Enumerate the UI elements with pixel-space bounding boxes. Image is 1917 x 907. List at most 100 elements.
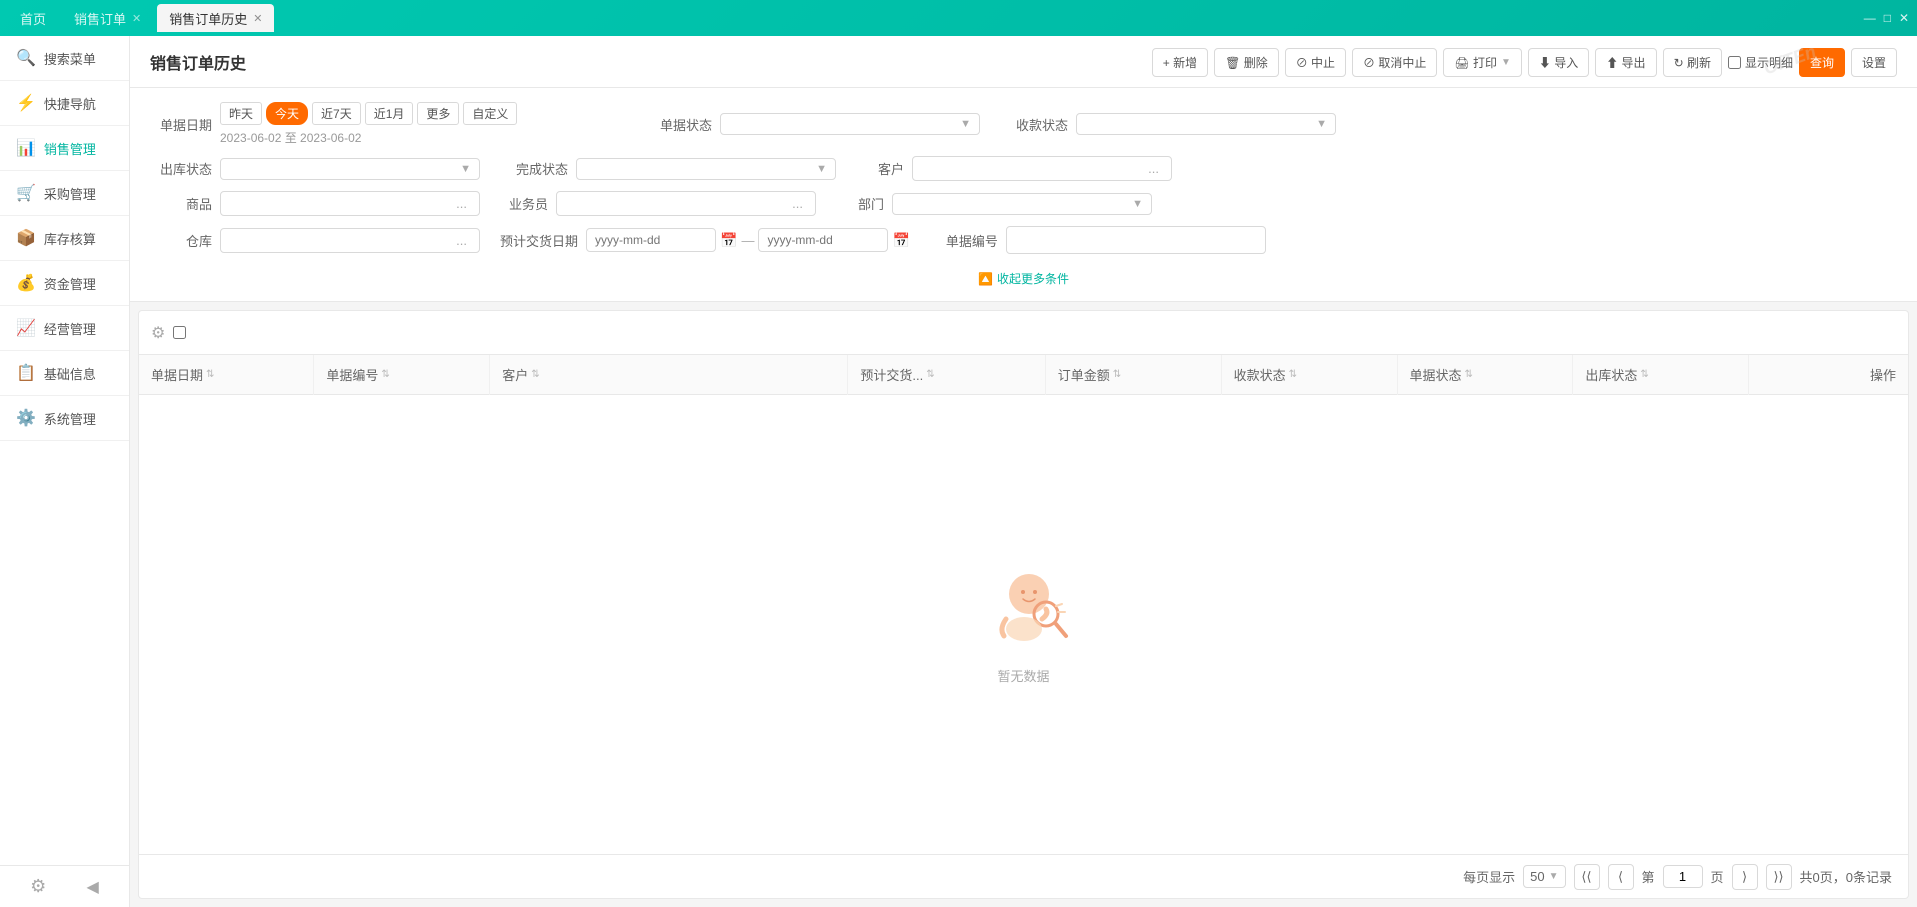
page-last-btn[interactable]: ⟩⟩ [1766, 864, 1792, 890]
date-btn-today[interactable]: 今天 [266, 102, 308, 125]
table-header-row: 单据日期 ⇅ 单据编号 ⇅ 客户 [139, 355, 1908, 395]
receipt-status-select[interactable]: ▼ [1076, 113, 1336, 135]
tab-sales-order-history[interactable]: 销售订单历史 ✕ [157, 4, 274, 32]
sidebar-settings-icon[interactable]: ⚙ [30, 876, 46, 897]
maximize-btn[interactable]: □ [1884, 11, 1891, 25]
outbound-status-chevron: ▼ [460, 163, 471, 175]
top-bar: 首页 销售订单 ✕ 销售订单历史 ✕ — □ ✕ [0, 0, 1917, 36]
query-btn[interactable]: 查询 [1799, 48, 1845, 77]
date-label: 单据日期 [150, 115, 220, 134]
tab-sales-order-close[interactable]: ✕ [132, 12, 141, 25]
import-btn-label: ⬇ 导入 [1539, 54, 1578, 71]
sidebar-operation-mgmt-label: 经营管理 [44, 319, 96, 338]
cancel-stop-btn[interactable]: ⊘ 取消中止 [1352, 48, 1437, 77]
date-btn-more[interactable]: 更多 [417, 102, 459, 125]
calendar-to-icon[interactable]: 📅 [892, 232, 909, 249]
order-number-value[interactable] [1015, 231, 1257, 249]
th-number-label: 单据编号 [326, 365, 378, 384]
filter-row-3: 商品 ... 业务员 ... 部门 ▼ [150, 191, 1897, 216]
date-btn-7days[interactable]: 近7天 [312, 102, 361, 125]
display-cols-checkbox[interactable]: 显示明细 [1728, 54, 1793, 71]
th-order-status[interactable]: 单据状态 ⇅ [1397, 355, 1573, 395]
purchase-mgmt-icon: 🛒 [16, 183, 36, 203]
th-receipt-status[interactable]: 收款状态 ⇅ [1221, 355, 1397, 395]
department-select[interactable]: ▼ [892, 193, 1152, 215]
sidebar-item-inventory[interactable]: 📦 库存核算 [0, 216, 129, 261]
page-unit: 页 [1711, 867, 1724, 886]
stop-btn[interactable]: ⊘ 中止 [1285, 48, 1346, 77]
sidebar-quick-nav-label: 快捷导航 [44, 94, 96, 113]
date-separator: — [741, 233, 754, 248]
product-ellipsis[interactable]: ... [452, 196, 471, 211]
warehouse-label: 仓库 [150, 231, 220, 250]
tab-sales-order-history-close[interactable]: ✕ [253, 12, 262, 25]
tab-home[interactable]: 首页 [8, 4, 58, 32]
warehouse-ellipsis[interactable]: ... [452, 233, 471, 248]
export-btn[interactable]: ⬆ 导出 [1595, 48, 1656, 77]
calendar-from-icon[interactable]: 📅 [720, 232, 737, 249]
page-prev-btn[interactable]: ⟨ [1608, 864, 1634, 890]
date-btn-custom[interactable]: 自定义 [463, 102, 517, 125]
export-btn-label: ⬆ 导出 [1606, 54, 1645, 71]
search-menu-icon: 🔍 [16, 48, 36, 68]
per-page-select[interactable]: 50 ▼ [1523, 865, 1565, 888]
page-input[interactable] [1663, 865, 1703, 888]
date-btn-yesterday[interactable]: 昨天 [220, 102, 262, 125]
page-title: 销售订单历史 [150, 50, 246, 74]
content: 销售订单历史 + 新增 🗑 删除 ⊘ 中止 ⊘ 取消中止 🖨 [130, 36, 1917, 907]
display-cols-input[interactable] [1728, 56, 1741, 69]
th-customer-sort: ⇅ [531, 369, 539, 380]
customer-ellipsis[interactable]: ... [1144, 161, 1163, 176]
settings-btn[interactable]: 设置 [1851, 48, 1897, 77]
select-all-checkbox[interactable] [173, 326, 186, 339]
th-number-sort: ⇅ [381, 369, 389, 380]
outbound-status-select[interactable]: ▼ [220, 158, 480, 180]
collapse-row[interactable]: 🔼 收起更多条件 [150, 264, 1897, 287]
sidebar-item-sales-mgmt[interactable]: 📊 销售管理 [0, 126, 129, 171]
delete-btn[interactable]: 🗑 删除 [1214, 48, 1279, 77]
sidebar-item-capital-mgmt[interactable]: 💰 资金管理 [0, 261, 129, 306]
th-date[interactable]: 单据日期 ⇅ [139, 355, 314, 395]
new-btn[interactable]: + 新增 [1152, 48, 1208, 77]
sidebar-item-purchase-mgmt[interactable]: 🛒 采购管理 [0, 171, 129, 216]
sidebar-item-operation-mgmt[interactable]: 📈 经营管理 [0, 306, 129, 351]
salesperson-ellipsis[interactable]: ... [788, 196, 807, 211]
completion-status-select[interactable]: ▼ [576, 158, 836, 180]
window-close-btn[interactable]: ✕ [1899, 11, 1909, 25]
sidebar-collapse-icon[interactable]: ◀ [87, 877, 99, 897]
th-customer[interactable]: 客户 ⇅ [490, 355, 848, 395]
pagination: 每页显示 50 ▼ ⟨⟨ ⟨ 第 页 ⟩ ⟩⟩ 共0页，0条记录 [139, 854, 1908, 898]
sidebar-item-quick-nav[interactable]: ⚡ 快捷导航 [0, 81, 129, 126]
th-receipt-status-sort: ⇅ [1289, 369, 1297, 380]
salesperson-label: 业务员 [496, 194, 556, 213]
page-next-btn[interactable]: ⟩ [1732, 864, 1758, 890]
import-btn[interactable]: ⬇ 导入 [1528, 48, 1589, 77]
th-order-status-label: 单据状态 [1410, 365, 1462, 384]
delivery-date-from[interactable] [586, 228, 716, 252]
minimize-btn[interactable]: — [1864, 11, 1876, 25]
th-number[interactable]: 单据编号 ⇅ [314, 355, 490, 395]
page-first-btn[interactable]: ⟨⟨ [1574, 864, 1600, 890]
capital-mgmt-icon: 💰 [16, 273, 36, 293]
print-btn[interactable]: 🖨 打印 ▼ [1443, 48, 1521, 77]
th-delivery[interactable]: 预计交货... ⇅ [848, 355, 1045, 395]
table-settings-icon[interactable]: ⚙ [151, 323, 165, 343]
sidebar-item-basic-info[interactable]: 📋 基础信息 [0, 351, 129, 396]
th-amount[interactable]: 订单金额 ⇅ [1045, 355, 1221, 395]
delivery-date-to[interactable] [758, 228, 888, 252]
th-outbound-status[interactable]: 出库状态 ⇅ [1573, 355, 1749, 395]
th-amount-label: 订单金额 [1058, 365, 1110, 384]
date-btn-1month[interactable]: 近1月 [365, 102, 414, 125]
display-cols-label: 显示明细 [1745, 54, 1793, 71]
sidebar-item-search-menu[interactable]: 🔍 搜索菜单 [0, 36, 129, 81]
refresh-btn[interactable]: ↻ 刷新 [1663, 48, 1722, 77]
sidebar: 🔍 搜索菜单 ⚡ 快捷导航 📊 销售管理 🛒 采购管理 📦 库存核算 💰 资金管… [0, 36, 130, 907]
tab-sales-order[interactable]: 销售订单 ✕ [62, 4, 153, 32]
collapse-text: 收起更多条件 [997, 270, 1069, 287]
sidebar-item-system-mgmt[interactable]: ⚙️ 系统管理 [0, 396, 129, 441]
product-label: 商品 [150, 194, 220, 213]
order-status-select[interactable]: ▼ [720, 113, 980, 135]
data-table: 单据日期 ⇅ 单据编号 ⇅ 客户 [139, 355, 1908, 395]
th-delivery-sort: ⇅ [926, 369, 934, 380]
empty-illustration [974, 564, 1074, 654]
